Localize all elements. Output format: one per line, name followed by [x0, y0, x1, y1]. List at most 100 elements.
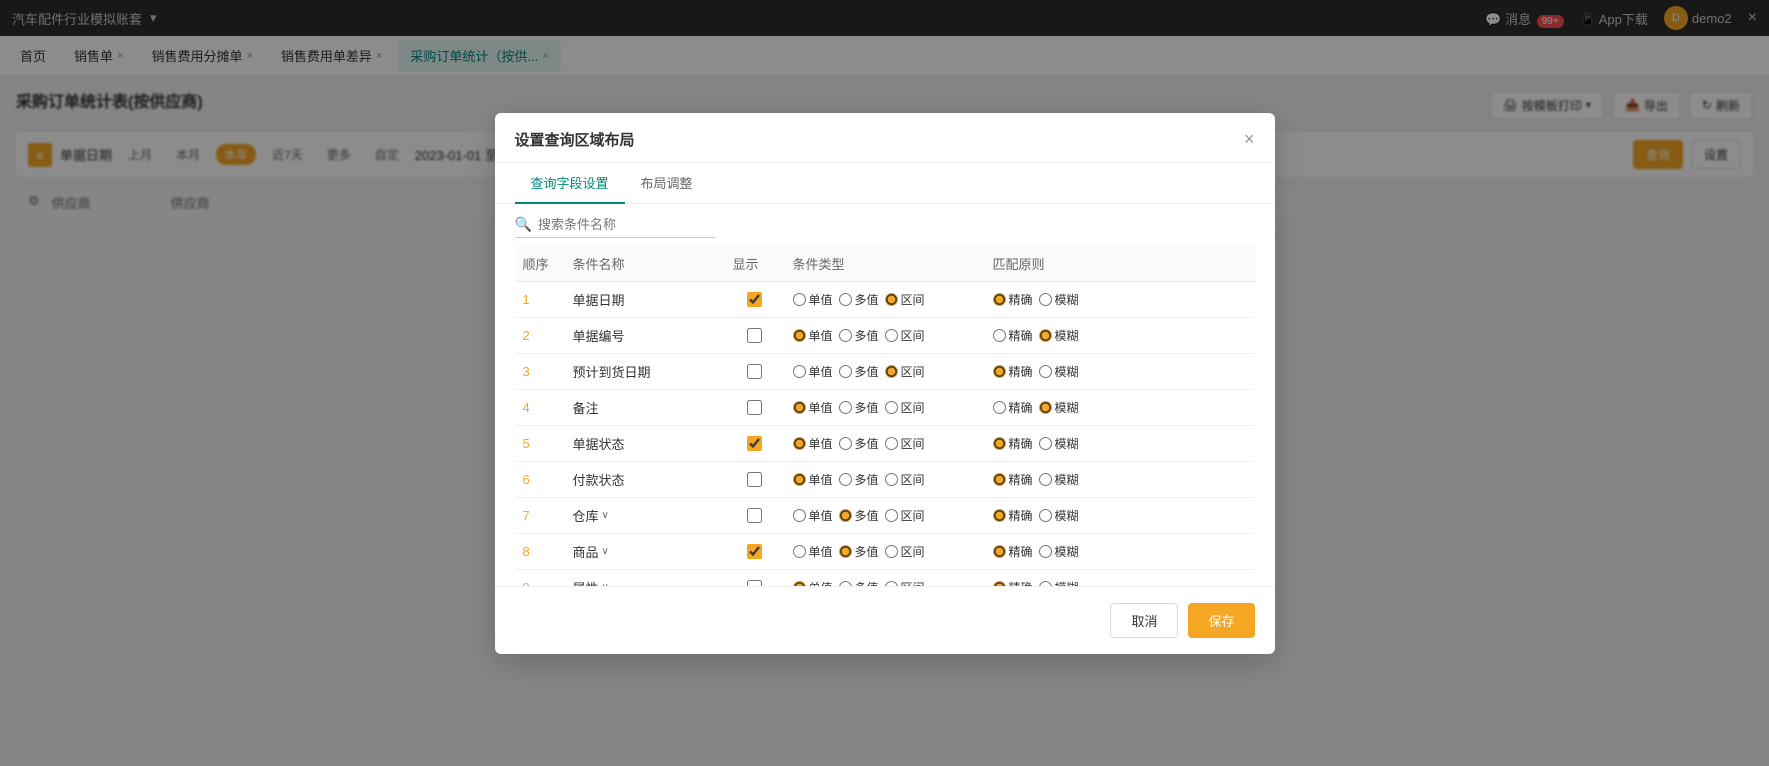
- type-multi-label[interactable]: 多值: [839, 471, 879, 488]
- expand-icon[interactable]: ∨: [602, 510, 609, 521]
- type-multi-label[interactable]: 多值: [839, 327, 879, 344]
- match-exact-label[interactable]: 精确: [993, 579, 1033, 586]
- type-multi-radio[interactable]: [839, 545, 852, 558]
- type-range-label[interactable]: 区间: [885, 363, 925, 380]
- type-single-radio[interactable]: [793, 293, 806, 306]
- type-range-radio[interactable]: [885, 329, 898, 342]
- match-fuzzy-radio[interactable]: [1039, 473, 1052, 486]
- type-multi-radio[interactable]: [839, 473, 852, 486]
- type-multi-label[interactable]: 多值: [839, 435, 879, 452]
- type-single-label[interactable]: 单值: [793, 399, 833, 416]
- match-fuzzy-label[interactable]: 模糊: [1039, 579, 1079, 586]
- match-fuzzy-label[interactable]: 模糊: [1039, 435, 1079, 452]
- type-range-label[interactable]: 区间: [885, 399, 925, 416]
- type-range-radio[interactable]: [885, 401, 898, 414]
- type-range-label[interactable]: 区间: [885, 507, 925, 524]
- type-single-label[interactable]: 单值: [793, 579, 833, 586]
- show-checkbox[interactable]: [747, 364, 762, 379]
- match-fuzzy-radio[interactable]: [1039, 545, 1052, 558]
- match-exact-label[interactable]: 精确: [993, 471, 1033, 488]
- match-exact-radio[interactable]: [993, 437, 1006, 450]
- match-exact-radio[interactable]: [993, 401, 1006, 414]
- match-exact-radio[interactable]: [993, 509, 1006, 522]
- match-exact-radio[interactable]: [993, 545, 1006, 558]
- dialog-close-btn[interactable]: ×: [1244, 129, 1255, 150]
- type-multi-radio[interactable]: [839, 437, 852, 450]
- type-range-label[interactable]: 区间: [885, 471, 925, 488]
- type-single-label[interactable]: 单值: [793, 471, 833, 488]
- cancel-button[interactable]: 取消: [1110, 603, 1178, 638]
- show-checkbox[interactable]: [747, 472, 762, 487]
- match-exact-label[interactable]: 精确: [993, 543, 1033, 560]
- show-checkbox[interactable]: [747, 544, 762, 559]
- show-checkbox[interactable]: [747, 292, 762, 307]
- match-fuzzy-label[interactable]: 模糊: [1039, 543, 1079, 560]
- type-single-label[interactable]: 单值: [793, 291, 833, 308]
- type-single-label[interactable]: 单值: [793, 435, 833, 452]
- type-single-label[interactable]: 单值: [793, 543, 833, 560]
- type-range-label[interactable]: 区间: [885, 543, 925, 560]
- match-fuzzy-radio[interactable]: [1039, 401, 1052, 414]
- type-single-label[interactable]: 单值: [793, 507, 833, 524]
- match-exact-label[interactable]: 精确: [993, 363, 1033, 380]
- type-multi-label[interactable]: 多值: [839, 291, 879, 308]
- tab-layout-adjust[interactable]: 布局调整: [625, 163, 709, 204]
- type-multi-label[interactable]: 多值: [839, 363, 879, 380]
- match-fuzzy-label[interactable]: 模糊: [1039, 327, 1079, 344]
- show-checkbox[interactable]: [747, 400, 762, 415]
- match-exact-label[interactable]: 精确: [993, 399, 1033, 416]
- match-fuzzy-radio[interactable]: [1039, 509, 1052, 522]
- type-range-radio[interactable]: [885, 365, 898, 378]
- type-range-label[interactable]: 区间: [885, 579, 925, 586]
- type-single-radio[interactable]: [793, 437, 806, 450]
- type-range-radio[interactable]: [885, 473, 898, 486]
- type-single-radio[interactable]: [793, 365, 806, 378]
- type-single-radio[interactable]: [793, 545, 806, 558]
- type-single-label[interactable]: 单值: [793, 363, 833, 380]
- type-range-label[interactable]: 区间: [885, 435, 925, 452]
- match-fuzzy-radio[interactable]: [1039, 437, 1052, 450]
- type-single-radio[interactable]: [793, 401, 806, 414]
- match-exact-label[interactable]: 精确: [993, 435, 1033, 452]
- match-exact-label[interactable]: 精确: [993, 507, 1033, 524]
- type-range-radio[interactable]: [885, 293, 898, 306]
- type-range-label[interactable]: 区间: [885, 327, 925, 344]
- match-exact-radio[interactable]: [993, 365, 1006, 378]
- type-multi-label[interactable]: 多值: [839, 543, 879, 560]
- type-range-radio[interactable]: [885, 437, 898, 450]
- type-multi-radio[interactable]: [839, 329, 852, 342]
- type-multi-label[interactable]: 多值: [839, 507, 879, 524]
- type-single-radio[interactable]: [793, 509, 806, 522]
- match-fuzzy-label[interactable]: 模糊: [1039, 399, 1079, 416]
- match-exact-radio[interactable]: [993, 293, 1006, 306]
- match-fuzzy-label[interactable]: 模糊: [1039, 507, 1079, 524]
- type-multi-label[interactable]: 多值: [839, 579, 879, 586]
- show-checkbox[interactable]: [747, 328, 762, 343]
- match-exact-label[interactable]: 精确: [993, 291, 1033, 308]
- match-fuzzy-radio[interactable]: [1039, 365, 1052, 378]
- match-exact-label[interactable]: 精确: [993, 327, 1033, 344]
- type-multi-radio[interactable]: [839, 293, 852, 306]
- type-single-label[interactable]: 单值: [793, 327, 833, 344]
- type-single-radio[interactable]: [793, 473, 806, 486]
- match-exact-radio[interactable]: [993, 473, 1006, 486]
- match-fuzzy-label[interactable]: 模糊: [1039, 291, 1079, 308]
- match-fuzzy-label[interactable]: 模糊: [1039, 363, 1079, 380]
- type-range-label[interactable]: 区间: [885, 291, 925, 308]
- show-checkbox[interactable]: [747, 436, 762, 451]
- expand-icon[interactable]: ∨: [602, 546, 609, 557]
- match-fuzzy-radio[interactable]: [1039, 293, 1052, 306]
- search-input[interactable]: [538, 217, 698, 232]
- match-fuzzy-label[interactable]: 模糊: [1039, 471, 1079, 488]
- show-checkbox[interactable]: [747, 508, 762, 523]
- match-fuzzy-radio[interactable]: [1039, 329, 1052, 342]
- type-multi-label[interactable]: 多值: [839, 399, 879, 416]
- match-exact-radio[interactable]: [993, 329, 1006, 342]
- type-multi-radio[interactable]: [839, 509, 852, 522]
- tab-query-fields[interactable]: 查询字段设置: [515, 163, 625, 204]
- save-button[interactable]: 保存: [1188, 603, 1254, 638]
- type-range-radio[interactable]: [885, 545, 898, 558]
- type-multi-radio[interactable]: [839, 365, 852, 378]
- type-single-radio[interactable]: [793, 329, 806, 342]
- type-range-radio[interactable]: [885, 509, 898, 522]
